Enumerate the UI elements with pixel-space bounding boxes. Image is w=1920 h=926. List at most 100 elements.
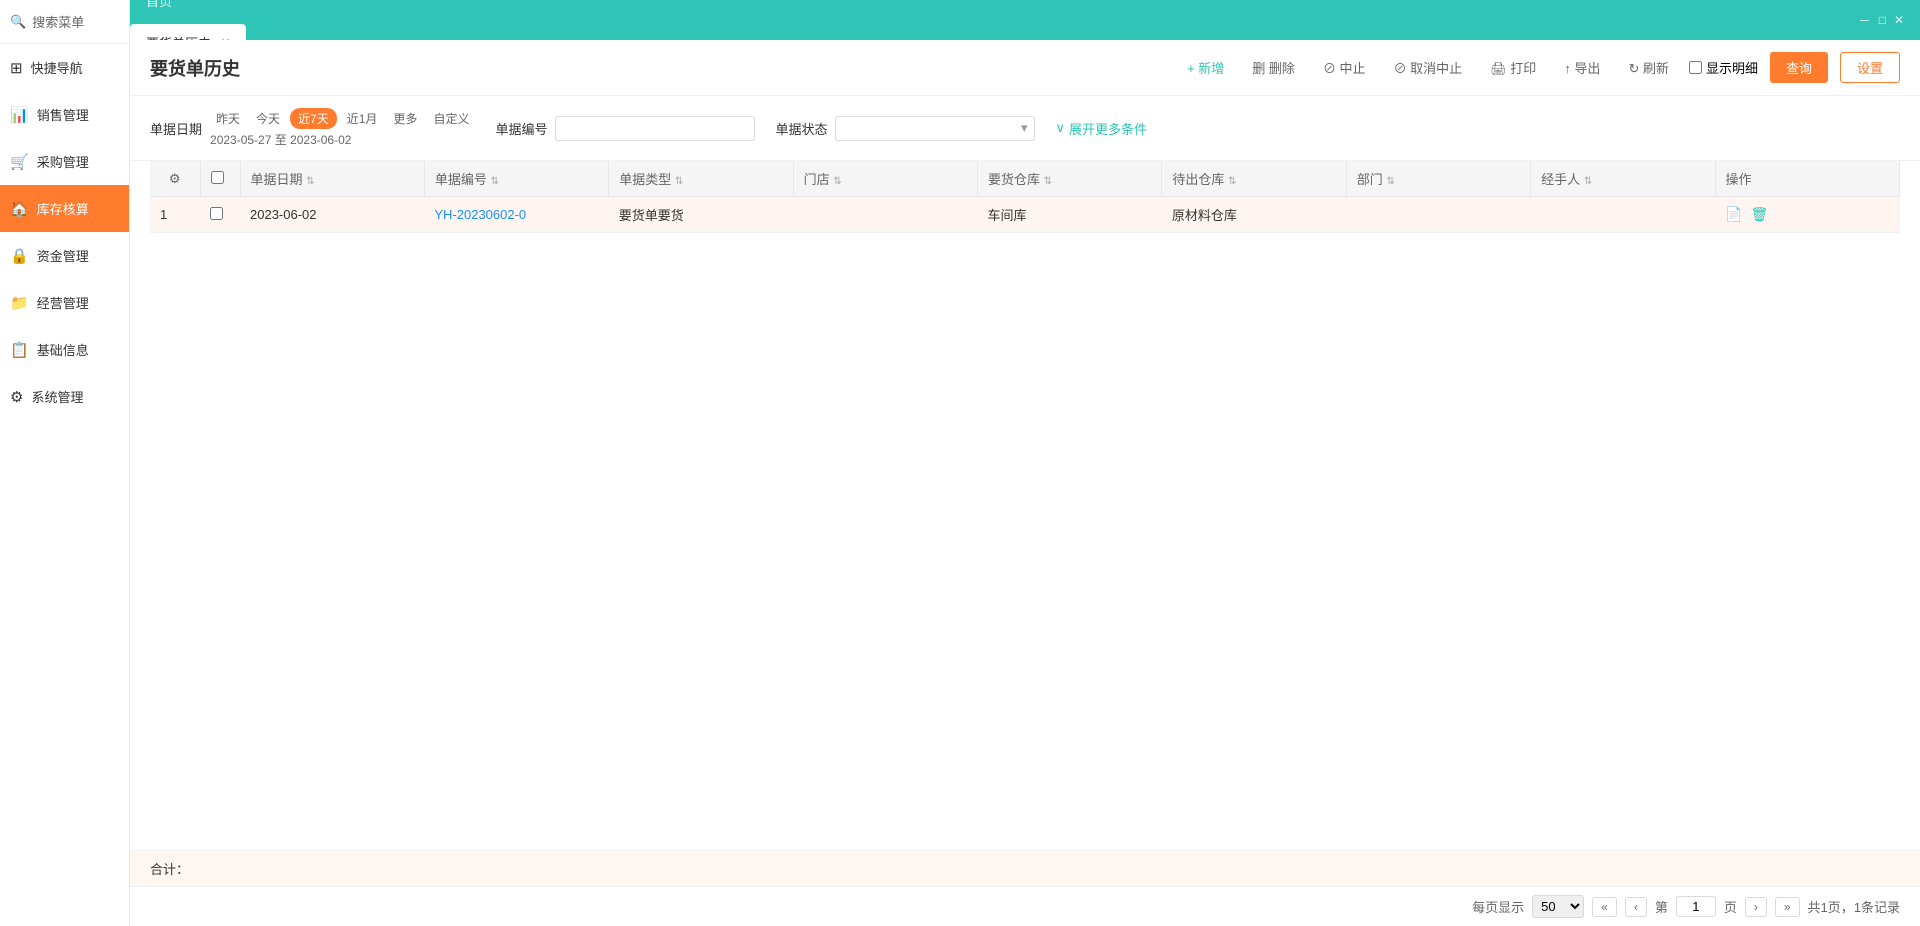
query-button[interactable]: 查询 xyxy=(1770,52,1828,83)
row-checkbox[interactable] xyxy=(200,197,240,233)
stop-button[interactable]: ⊘ 中止 xyxy=(1315,54,1374,81)
col-store-label: 门店 xyxy=(804,172,830,187)
maximize-button[interactable]: □ xyxy=(1879,13,1886,27)
sidebar-item-operations[interactable]: 📁 经营管理 xyxy=(0,279,129,326)
minimize-button[interactable]: － xyxy=(1859,12,1871,29)
footer-total-label: 合计： xyxy=(150,862,189,877)
date-btn-custom[interactable]: 自定义 xyxy=(427,108,475,129)
row-store xyxy=(793,197,977,233)
top-nav: 首页要货单历史✕ － □ ✕ xyxy=(130,0,1920,40)
nav-tab-home[interactable]: 首页 xyxy=(130,0,246,20)
data-table: ⚙ 单据日期 ⇅ 单据编号 ⇅ xyxy=(150,161,1900,233)
sidebar-item-label: 库存核算 xyxy=(37,199,89,218)
doc-no-input[interactable] xyxy=(555,116,755,141)
date-btn-more[interactable]: 更多 xyxy=(387,108,423,129)
table-row: 1 2023-06-02 YH-20230602-0 要货单要货 车间库 原材料… xyxy=(150,197,1900,233)
row-select-checkbox[interactable] xyxy=(210,207,223,220)
expand-filter-button[interactable]: ∨ 展开更多条件 xyxy=(1055,119,1147,138)
sidebar-item-finance[interactable]: 🔒资金管理 xyxy=(0,232,129,279)
next-page-button[interactable]: › xyxy=(1745,897,1767,917)
expand-filter-label: 展开更多条件 xyxy=(1069,119,1147,138)
col-store: 门店 ⇅ xyxy=(793,161,977,197)
row-doc-no-link[interactable]: YH-20230602-0 xyxy=(434,207,526,222)
col-doc-type-sort-icon[interactable]: ⇅ xyxy=(675,176,683,187)
close-window-button[interactable]: ✕ xyxy=(1894,13,1904,27)
col-department-label: 部门 xyxy=(1357,172,1383,187)
col-doc-no: 单据编号 ⇅ xyxy=(424,161,608,197)
col-pending-warehouse: 待出仓库 ⇅ xyxy=(1162,161,1346,197)
sidebar-item-label: 基础信息 xyxy=(37,340,89,359)
pagination-bar: 每页显示 102050100 « ‹ 第 页 › » 共1页，1条记录 xyxy=(130,886,1920,926)
col-req-warehouse: 要货仓库 ⇅ xyxy=(978,161,1162,197)
print-button[interactable]: 🖨 打印 xyxy=(1482,54,1544,81)
sidebar-item-basic-info[interactable]: 📋 基础信息 xyxy=(0,326,129,373)
delete-button[interactable]: 删 删除 xyxy=(1244,54,1303,81)
sidebar-item-label: 系统管理 xyxy=(31,387,83,406)
row-date: 2023-06-02 xyxy=(240,197,424,233)
sidebar-item-label: 销售管理 xyxy=(37,105,89,124)
operations-icon: 📁 xyxy=(10,294,29,312)
first-page-button[interactable]: « xyxy=(1592,897,1617,917)
col-store-sort-icon[interactable]: ⇅ xyxy=(833,176,841,187)
prev-page-button[interactable]: ‹ xyxy=(1625,897,1647,917)
row-view-icon[interactable]: 📄 xyxy=(1725,206,1742,223)
col-date-label: 单据日期 xyxy=(251,172,303,187)
table-settings-icon[interactable]: ⚙ xyxy=(169,171,181,187)
select-all-checkbox[interactable] xyxy=(211,171,224,184)
sidebar-search[interactable]: 🔍 搜索菜单 xyxy=(0,0,129,44)
date-btn-yesterday[interactable]: 昨天 xyxy=(210,108,246,129)
col-doc-type-label: 单据类型 xyxy=(619,172,671,187)
date-btn-last_month[interactable]: 近1月 xyxy=(341,108,384,129)
doc-status-select[interactable] xyxy=(835,116,1035,141)
col-req-warehouse-sort-icon[interactable]: ⇅ xyxy=(1044,176,1052,187)
col-department: 部门 ⇅ xyxy=(1346,161,1530,197)
sidebar-item-inventory[interactable]: 🏠库存核算 xyxy=(0,185,129,232)
date-range-text: 2023-05-27 至 2023-06-02 xyxy=(210,131,475,148)
sidebar-item-quick-nav[interactable]: ⊞快捷导航 xyxy=(0,44,129,91)
row-delete-icon[interactable]: 🗑 xyxy=(1750,206,1768,223)
col-date: 单据日期 ⇅ xyxy=(240,161,424,197)
date-filter: 单据日期 昨天今天近7天近1月更多自定义 2023-05-27 至 2023-0… xyxy=(150,108,475,148)
date-filter-label: 单据日期 xyxy=(150,119,202,138)
col-department-sort-icon[interactable]: ⇅ xyxy=(1386,176,1394,187)
page-size-select[interactable]: 102050100 xyxy=(1532,895,1584,918)
sidebar-item-system[interactable]: ⚙系统管理 xyxy=(0,373,129,420)
new-button[interactable]: + 新增 xyxy=(1179,54,1232,81)
filter-area: 单据日期 昨天今天近7天近1月更多自定义 2023-05-27 至 2023-0… xyxy=(130,96,1920,161)
page-number-input[interactable] xyxy=(1676,896,1716,917)
table-area: ⚙ 单据日期 ⇅ 单据编号 ⇅ xyxy=(130,161,1920,850)
filter-row: 单据日期 昨天今天近7天近1月更多自定义 2023-05-27 至 2023-0… xyxy=(150,108,1900,148)
last-page-button[interactable]: » xyxy=(1775,897,1800,917)
page-footer: 合计： xyxy=(130,850,1920,886)
col-handler-sort-icon[interactable]: ⇅ xyxy=(1584,176,1592,187)
col-doc-no-sort-icon[interactable]: ⇅ xyxy=(491,176,499,187)
sidebar: 🔍 搜索菜单 ⊞快捷导航📊销售管理🛒采购管理🏠库存核算🔒资金管理 📁 经营管理 📋 基础… xyxy=(0,0,130,926)
col-ops: 操作 xyxy=(1715,161,1900,197)
col-pending-warehouse-sort-icon[interactable]: ⇅ xyxy=(1228,176,1236,187)
page-container: 要货单历史 + 新增 删 删除 ⊘ 中止 ⊘ 取消中止 🖨 打印 ↑ 导出 ↻ … xyxy=(130,40,1920,926)
display-detail-label: 显示明细 xyxy=(1706,58,1758,77)
date-btn-last7days[interactable]: 近7天 xyxy=(290,108,337,129)
settings-button[interactable]: 设置 xyxy=(1840,52,1900,83)
display-detail-checkbox[interactable] xyxy=(1689,61,1702,74)
date-btn-today[interactable]: 今天 xyxy=(250,108,286,129)
cancel-stop-button[interactable]: ⊘ 取消中止 xyxy=(1386,54,1471,81)
row-pending-warehouse: 原材料仓库 xyxy=(1162,197,1346,233)
export-button[interactable]: ↑ 导出 xyxy=(1556,54,1608,81)
row-department xyxy=(1346,197,1530,233)
col-doc-no-label: 单据编号 xyxy=(435,172,487,187)
page-header: 要货单历史 + 新增 删 删除 ⊘ 中止 ⊘ 取消中止 🖨 打印 ↑ 导出 ↻ … xyxy=(130,40,1920,96)
display-detail-toggle[interactable]: 显示明细 xyxy=(1689,58,1758,77)
chevron-down-icon: ∨ xyxy=(1055,120,1065,136)
row-handler xyxy=(1531,197,1715,233)
col-date-sort-icon[interactable]: ⇅ xyxy=(306,176,314,187)
sidebar-item-purchase[interactable]: 🛒采购管理 xyxy=(0,138,129,185)
refresh-button[interactable]: ↻ 刷新 xyxy=(1620,54,1677,81)
finance-icon: 🔒 xyxy=(10,247,29,265)
quick-nav-icon: ⊞ xyxy=(10,59,23,77)
sidebar-search-label: 搜索菜单 xyxy=(32,12,84,31)
sidebar-item-sales[interactable]: 📊销售管理 xyxy=(0,91,129,138)
sidebar-item-label: 经营管理 xyxy=(37,293,89,312)
basic-info-icon: 📋 xyxy=(10,341,29,359)
page-title: 要货单历史 xyxy=(150,55,1179,81)
